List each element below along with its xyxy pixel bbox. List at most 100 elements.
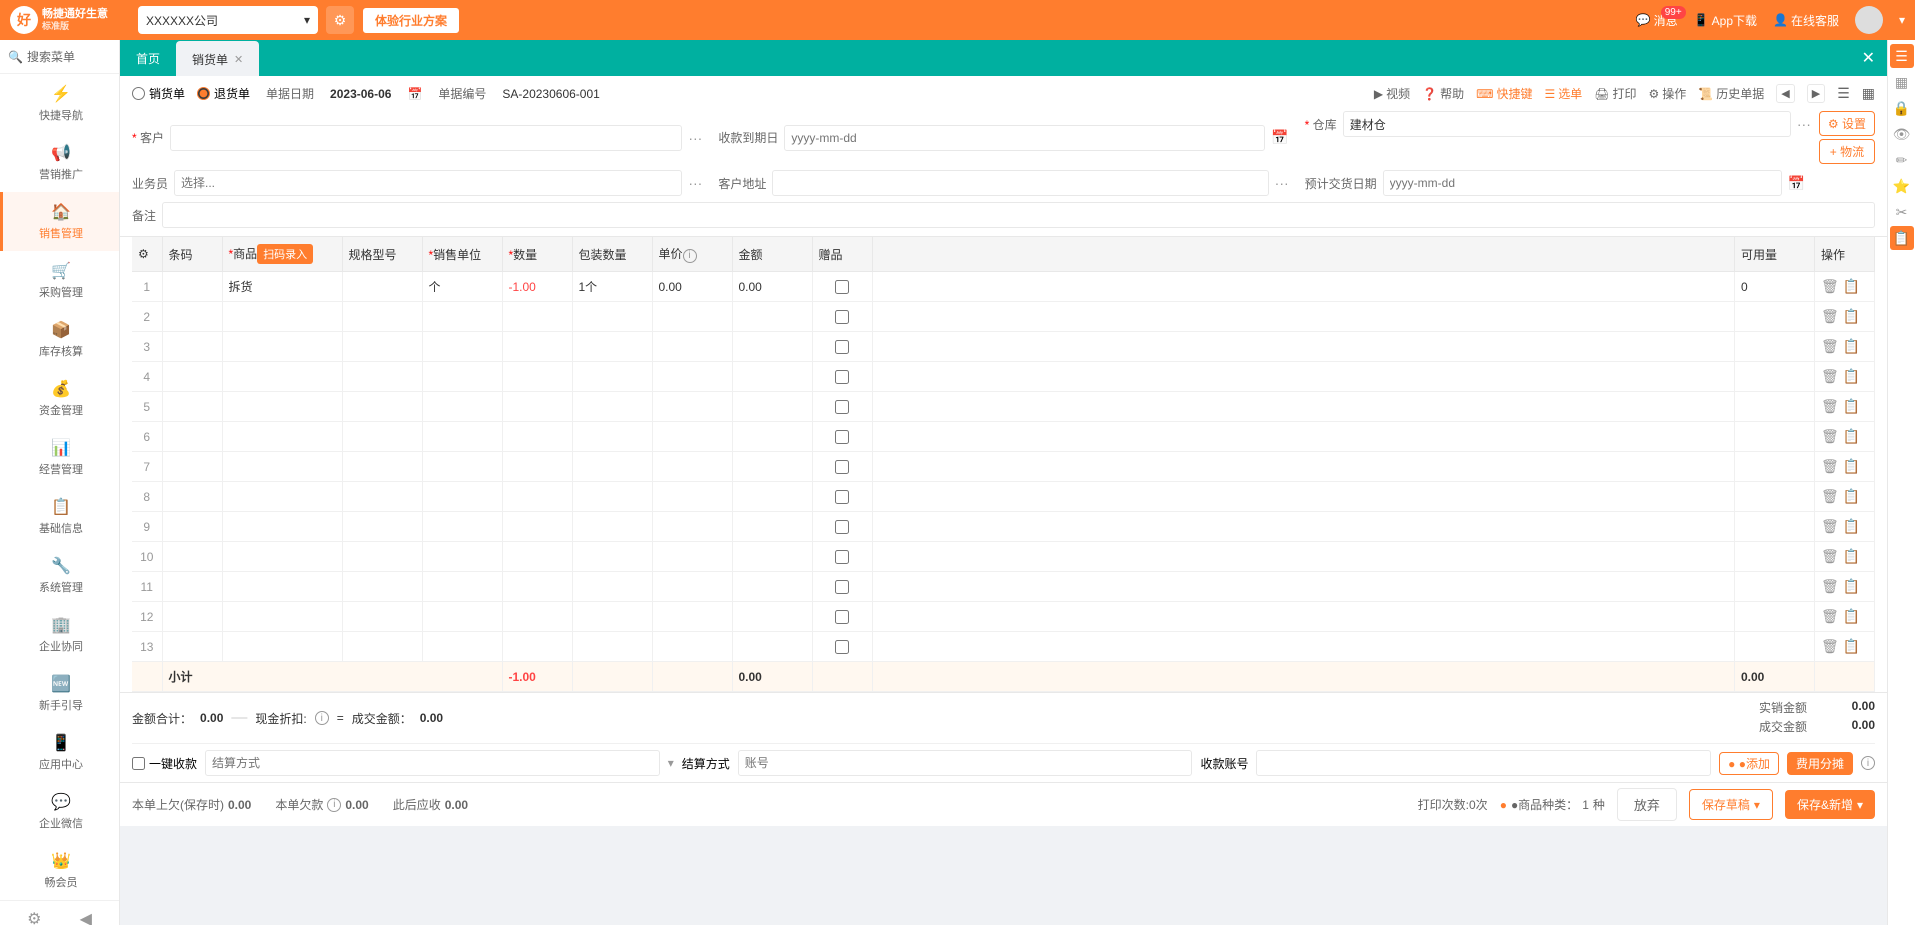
sidebar-item-operations[interactable]: 📊 经营管理 <box>0 428 119 487</box>
row-13-gift-checkbox[interactable] <box>835 640 849 654</box>
return-order-radio-input[interactable] <box>197 87 210 100</box>
user-avatar[interactable] <box>1855 6 1883 34</box>
settlement-method-input[interactable] <box>205 750 660 776</box>
row-1-copy-icon[interactable]: 📋 <box>1843 278 1860 295</box>
row-11-delete-icon[interactable]: 🗑 <box>1821 578 1839 595</box>
one-click-payment-checkbox[interactable]: 一键收款 <box>132 755 197 772</box>
sidebar-collapse-icon[interactable]: ◀ <box>80 909 92 925</box>
expected-delivery-field[interactable] <box>1383 170 1782 196</box>
row-13-delete-icon[interactable]: 🗑 <box>1821 638 1839 655</box>
sidebar-item-app-center[interactable]: 📱 应用中心 <box>0 723 119 782</box>
tab-home[interactable]: 首页 <box>120 40 176 76</box>
right-panel-icon-eye[interactable]: 👁 <box>1890 122 1914 146</box>
row-1-amount[interactable]: 0.00 <box>732 272 812 302</box>
logistics-button[interactable]: + 物流 <box>1819 139 1875 164</box>
row-1-delete-icon[interactable]: 🗑 <box>1821 278 1839 295</box>
row-5-copy-icon[interactable]: 📋 <box>1843 398 1860 415</box>
amount-input[interactable] <box>1256 750 1711 776</box>
row-1-gift[interactable] <box>812 272 872 302</box>
expected-delivery-input[interactable] <box>1390 176 1775 190</box>
sidebar-item-finance[interactable]: 💰 资金管理 <box>0 369 119 428</box>
warehouse-dots-icon[interactable]: ··· <box>1797 116 1811 132</box>
row-12-delete-icon[interactable]: 🗑 <box>1821 608 1839 625</box>
row-1-qty[interactable]: -1.00 <box>502 272 572 302</box>
add-button[interactable]: ● ●添加 <box>1719 752 1779 775</box>
right-panel-icon-edit[interactable]: ✏ <box>1890 148 1914 172</box>
row-4-delete-icon[interactable]: 🗑 <box>1821 368 1839 385</box>
tab-bar-close-icon[interactable]: ✕ <box>1850 48 1887 68</box>
row-4-gift-checkbox[interactable] <box>835 370 849 384</box>
nav-next-button[interactable]: ▶ <box>1807 84 1825 103</box>
unit-price-info-icon[interactable]: i <box>683 249 697 263</box>
row-2-delete-icon[interactable]: 🗑 <box>1821 308 1839 325</box>
sidebar-item-new-guide[interactable]: 🆕 新手引导 <box>0 664 119 723</box>
save-draft-button[interactable]: 保存草稿 ▾ <box>1689 789 1773 820</box>
expected-delivery-calendar-icon[interactable]: 📅 <box>1788 175 1805 192</box>
row-1-sales-unit[interactable]: 个 <box>422 272 502 302</box>
right-panel-icon-lock[interactable]: 🔒 <box>1890 96 1914 120</box>
sidebar-item-system[interactable]: 🔧 系统管理 <box>0 546 119 605</box>
sidebar-item-quick-nav[interactable]: ⚡ 快捷导航 <box>0 74 119 133</box>
row-5-delete-icon[interactable]: 🗑 <box>1821 398 1839 415</box>
sidebar-item-basic-info[interactable]: 📋 基础信息 <box>0 487 119 546</box>
company-selector[interactable]: XXXXXX公司 ▾ <box>138 6 318 34</box>
row-1-gift-checkbox[interactable] <box>835 280 849 294</box>
row-7-gift-checkbox[interactable] <box>835 460 849 474</box>
tab-sales-order-close-icon[interactable]: ✕ <box>234 53 243 66</box>
row-10-delete-icon[interactable]: 🗑 <box>1821 548 1839 565</box>
row-12-copy-icon[interactable]: 📋 <box>1843 608 1860 625</box>
row-3-copy-icon[interactable]: 📋 <box>1843 338 1860 355</box>
right-panel-icon-orange[interactable]: 📋 <box>1890 226 1914 250</box>
row-3-gift-checkbox[interactable] <box>835 340 849 354</box>
receipt-date-field[interactable] <box>784 125 1265 151</box>
sidebar-item-purchase[interactable]: 🛒 采购管理 <box>0 251 119 310</box>
sidebar-search[interactable]: 🔍 搜索菜单 <box>0 40 119 74</box>
row-1-product[interactable]: 拆货 <box>222 272 342 302</box>
sidebar-item-enterprise[interactable]: 🏢 企业协同 <box>0 605 119 664</box>
scan-button[interactable]: 扫码录入 <box>257 244 313 264</box>
salesperson-input[interactable] <box>174 170 682 196</box>
online-support-button[interactable]: 👤 在线客服 <box>1773 12 1839 29</box>
sidebar-item-inventory[interactable]: 📦 库存核算 <box>0 310 119 369</box>
row-1-barcode[interactable] <box>162 272 222 302</box>
row-1-spec[interactable] <box>342 272 422 302</box>
message-button[interactable]: 💬 消息 99+ <box>1636 12 1678 29</box>
col-settings[interactable]: ⚙ <box>132 237 162 272</box>
customer-address-dots-icon[interactable]: ··· <box>1275 175 1289 191</box>
return-order-radio[interactable]: 退货单 <box>197 85 250 102</box>
row-6-copy-icon[interactable]: 📋 <box>1843 428 1860 445</box>
row-9-delete-icon[interactable]: 🗑 <box>1821 518 1839 535</box>
row-7-delete-icon[interactable]: 🗑 <box>1821 458 1839 475</box>
trial-button[interactable]: 体验行业方案 <box>362 7 460 34</box>
settlement-dropdown-icon[interactable]: ▾ <box>668 756 674 770</box>
right-panel-icon-star[interactable]: ⭐ <box>1890 174 1914 198</box>
discard-button[interactable]: 放弃 <box>1617 788 1677 821</box>
grid-view-icon[interactable]: ▦ <box>1862 85 1875 102</box>
row-4-copy-icon[interactable]: 📋 <box>1843 368 1860 385</box>
sidebar-item-marketing[interactable]: 📢 营销推广 <box>0 133 119 192</box>
select-action[interactable]: ☰ 选单 <box>1544 85 1582 102</box>
shortage-info-icon[interactable]: i <box>327 798 341 812</box>
row-2-gift-checkbox[interactable] <box>835 310 849 324</box>
customer-input[interactable] <box>170 125 682 151</box>
notes-input[interactable] <box>162 202 1875 228</box>
settings-gear-icon[interactable]: ⚙ <box>326 6 354 34</box>
sales-order-radio[interactable]: 销货单 <box>132 85 185 102</box>
right-panel-icon-list[interactable]: ☰ <box>1890 44 1914 68</box>
sidebar-item-weixin[interactable]: 💬 企业微信 <box>0 782 119 841</box>
help-action[interactable]: ❓ 帮助 <box>1422 85 1464 102</box>
one-click-payment-input[interactable] <box>132 757 145 770</box>
receipt-date-input[interactable] <box>791 131 1258 145</box>
right-panel-icon-grid[interactable]: ▦ <box>1890 70 1914 94</box>
row-5-gift-checkbox[interactable] <box>835 400 849 414</box>
right-panel-icon-cut[interactable]: ✂ <box>1890 200 1914 224</box>
save-new-button[interactable]: 保存&新增 ▾ <box>1785 790 1875 819</box>
row-10-gift-checkbox[interactable] <box>835 550 849 564</box>
row-12-gift-checkbox[interactable] <box>835 610 849 624</box>
row-8-delete-icon[interactable]: 🗑 <box>1821 488 1839 505</box>
row-3-delete-icon[interactable]: 🗑 <box>1821 338 1839 355</box>
save-new-dropdown-icon[interactable]: ▾ <box>1857 798 1863 812</box>
sidebar-item-sales[interactable]: 🏠 销售管理 <box>0 192 119 251</box>
row-10-copy-icon[interactable]: 📋 <box>1843 548 1860 565</box>
operation-action[interactable]: ⚙ 操作 <box>1649 85 1687 102</box>
